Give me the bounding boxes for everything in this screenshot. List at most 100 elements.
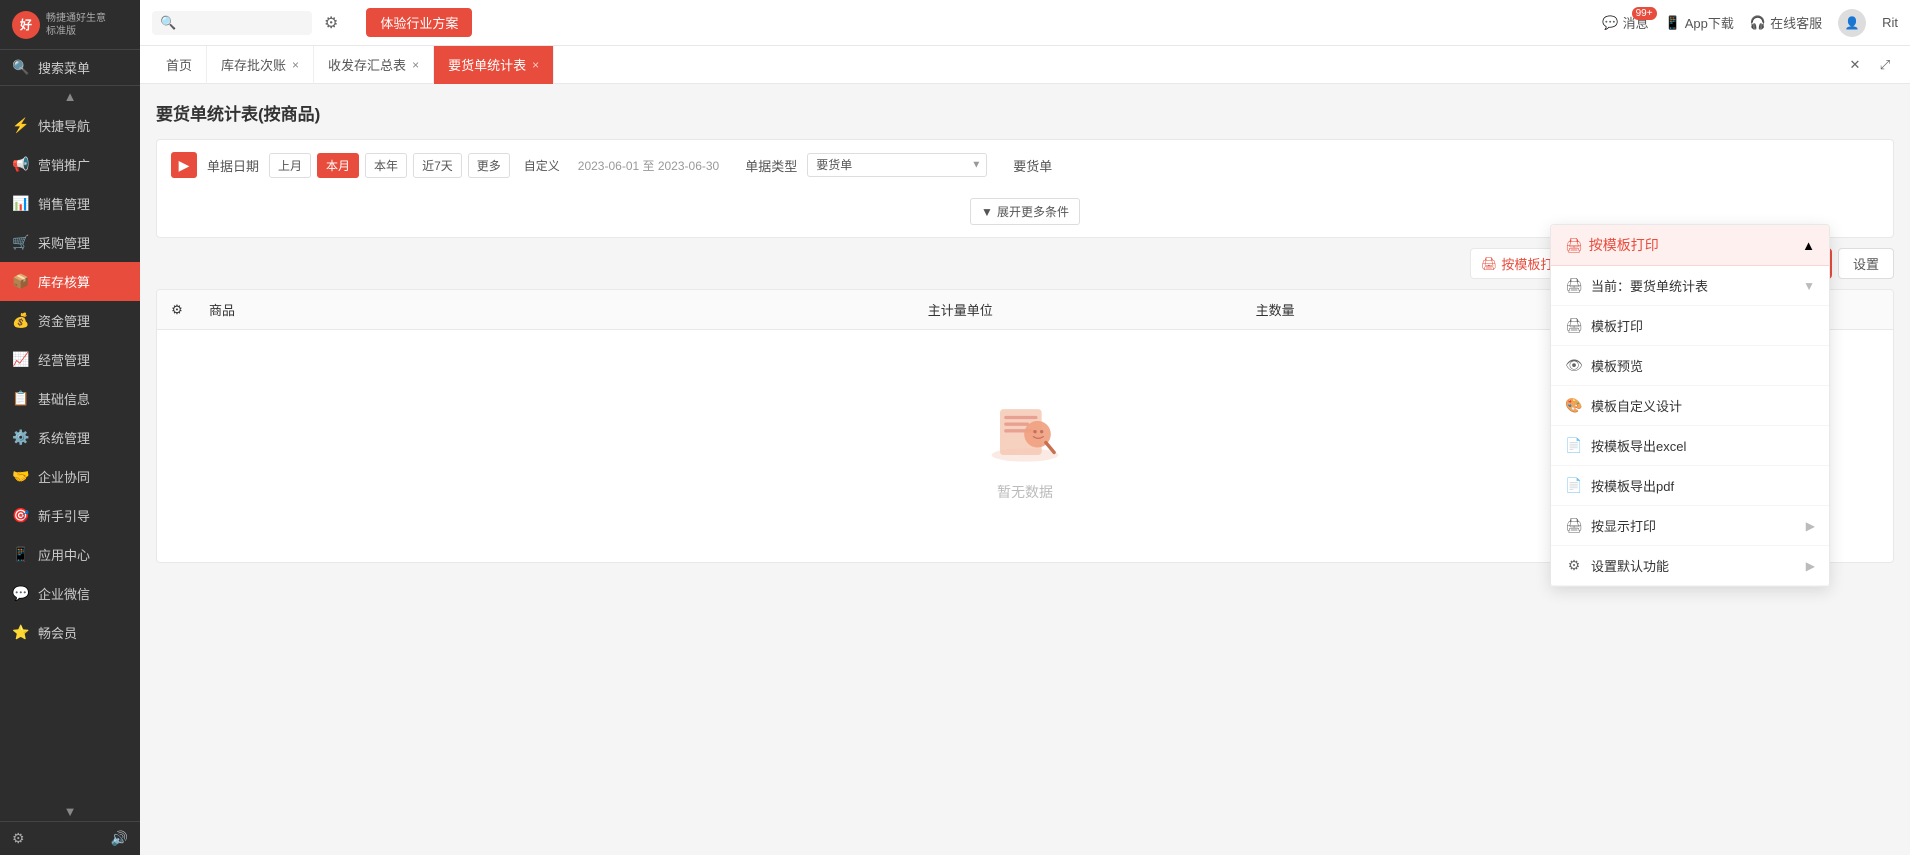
type-label: 单据类型 bbox=[745, 156, 797, 175]
display-print-arrow: ▶ bbox=[1806, 519, 1815, 533]
table-col-unit: 主计量单位 bbox=[803, 300, 1118, 319]
sidebar-item-apps[interactable]: 📱 应用中心 bbox=[0, 535, 140, 574]
tab-collection-summary[interactable]: 收发存汇总表 × bbox=[314, 46, 434, 84]
topbar-gear-icon[interactable]: ⚙ bbox=[320, 9, 342, 37]
sidebar-system-label: 系统管理 bbox=[38, 428, 90, 447]
expand-more-btn[interactable]: ▼ 展开更多条件 bbox=[970, 198, 1080, 225]
table-settings-icon: ⚙ bbox=[171, 302, 183, 317]
date-btn-7days[interactable]: 近7天 bbox=[413, 153, 462, 178]
sidebar-item-purchase[interactable]: 🛒 采购管理 bbox=[0, 223, 140, 262]
tab-home-label: 首页 bbox=[166, 55, 192, 74]
filter-expand-btn[interactable]: ▶ bbox=[171, 152, 197, 178]
tab-expand-btn[interactable]: ⤢ bbox=[1872, 52, 1898, 78]
sidebar-item-inventory[interactable]: 📦 库存核算 bbox=[0, 262, 140, 301]
inventory-icon: 📦 bbox=[12, 273, 30, 291]
template-preview-label: 模板预览 bbox=[1591, 356, 1643, 375]
date-btn-custom[interactable]: 自定义 bbox=[516, 154, 568, 177]
dropdown-close-icon[interactable]: ▲ bbox=[1802, 238, 1815, 253]
sidebar-item-sales[interactable]: 📊 销售管理 bbox=[0, 184, 140, 223]
sidebar-item-collab[interactable]: 🤝 企业协同 bbox=[0, 457, 140, 496]
print-icon: 🖨 bbox=[1481, 256, 1498, 272]
dropdown-item-template-excel[interactable]: 📄 按模板导出excel bbox=[1551, 426, 1829, 466]
dropdown-header-left: 🖨 按模板打印 bbox=[1565, 235, 1659, 255]
date-options-row: 上月 本月 本年 近7天 更多 自定义 2023-06-01 至 2023-06… bbox=[269, 153, 719, 178]
settings-btn[interactable]: 设置 bbox=[1838, 248, 1894, 279]
sound-icon[interactable]: 🔊 bbox=[111, 830, 128, 847]
marketing-icon: 📢 bbox=[12, 156, 30, 174]
dropdown-item-template-preview[interactable]: 👁 模板预览 bbox=[1551, 346, 1829, 386]
sidebar-scroll-up[interactable]: ▲ bbox=[0, 86, 140, 106]
sidebar-operation-label: 经营管理 bbox=[38, 350, 90, 369]
dropdown-set-default[interactable]: ⚙ 设置默认功能 ▶ bbox=[1551, 546, 1829, 586]
date-btn-more[interactable]: 更多 bbox=[468, 153, 510, 178]
settings-bottom-icon[interactable]: ⚙ bbox=[12, 830, 25, 847]
sidebar-item-guide[interactable]: 🎯 新手引导 bbox=[0, 496, 140, 535]
template-design-label: 模板自定义设计 bbox=[1591, 396, 1682, 415]
topbar-right: 💬 消息 99+ 📱 App下载 🎧 在线客服 👤 Rit bbox=[1602, 9, 1898, 37]
logo-text: 畅捷通好生意 标准版 bbox=[46, 12, 106, 38]
dropdown-current-arrow: ▼ bbox=[1803, 279, 1815, 293]
sidebar-wechat-label: 企业微信 bbox=[38, 584, 90, 603]
type-select[interactable]: 要货单 bbox=[807, 153, 987, 177]
app-download-icon: 📱 bbox=[1665, 15, 1681, 31]
tab-batch-account[interactable]: 库存批次账 × bbox=[207, 46, 314, 84]
sidebar-item-basic[interactable]: 📋 基础信息 bbox=[0, 379, 140, 418]
date-btn-last-month[interactable]: 上月 bbox=[269, 153, 311, 178]
trial-btn[interactable]: 体验行业方案 bbox=[366, 8, 472, 37]
dropdown-display-print[interactable]: 🖨 按显示打印 ▶ bbox=[1551, 506, 1829, 546]
template-print-icon: 🖨 bbox=[1565, 317, 1583, 334]
topbar-search-input[interactable] bbox=[180, 16, 304, 30]
empty-icon bbox=[975, 390, 1075, 470]
tab-home[interactable]: 首页 bbox=[152, 46, 207, 84]
wechat-icon: 💬 bbox=[12, 585, 30, 603]
template-excel-label: 按模板导出excel bbox=[1591, 436, 1686, 455]
sales-icon: 📊 bbox=[12, 195, 30, 213]
topbar: 🔍 ⚙ 体验行业方案 💬 消息 99+ 📱 App下载 🎧 在线客服 👤 Rit bbox=[140, 0, 1910, 46]
messages-btn[interactable]: 💬 消息 99+ bbox=[1602, 13, 1648, 32]
tab-order-stats-close[interactable]: × bbox=[532, 58, 539, 72]
online-service-label: 在线客服 bbox=[1770, 13, 1822, 32]
dropdown-item-template-print[interactable]: 🖨 模板打印 bbox=[1551, 306, 1829, 346]
sidebar-item-marketing[interactable]: 📢 营销推广 bbox=[0, 145, 140, 184]
date-btn-this-month[interactable]: 本月 bbox=[317, 153, 359, 178]
tab-batch-account-close[interactable]: × bbox=[292, 58, 299, 72]
date-btn-this-year[interactable]: 本年 bbox=[365, 153, 407, 178]
system-icon: ⚙️ bbox=[12, 429, 30, 447]
quicknav-icon: ⚡ bbox=[12, 117, 30, 135]
tab-batch-account-label: 库存批次账 bbox=[221, 55, 286, 74]
sidebar-item-quicknav[interactable]: ⚡ 快捷导航 bbox=[0, 106, 140, 145]
sidebar-item-finance[interactable]: 💰 资金管理 bbox=[0, 301, 140, 340]
page-content: 要货单统计表(按商品) ▶ 单据日期 上月 本月 本年 近7天 更多 自定义 2… bbox=[140, 84, 1910, 855]
sidebar-guide-label: 新手引导 bbox=[38, 506, 90, 525]
tabbar: 首页 库存批次账 × 收发存汇总表 × 要货单统计表 × ✕ ⤢ bbox=[140, 46, 1910, 84]
sidebar-quicknav-label: 快捷导航 bbox=[38, 116, 90, 135]
dropdown-item-template-design[interactable]: 🎨 模板自定义设计 bbox=[1551, 386, 1829, 426]
app-download-btn[interactable]: 📱 App下载 bbox=[1665, 13, 1734, 32]
dropdown-current-item[interactable]: 🖨 当前：要货单统计表 ▼ bbox=[1551, 266, 1829, 306]
date-label: 单据日期 bbox=[207, 156, 259, 175]
table-col-settings[interactable]: ⚙ bbox=[157, 302, 197, 318]
user-avatar[interactable]: 👤 bbox=[1838, 9, 1866, 37]
tab-collection-summary-close[interactable]: × bbox=[412, 58, 419, 72]
sidebar-item-system[interactable]: ⚙️ 系统管理 bbox=[0, 418, 140, 457]
dropdown-current-left: 🖨 当前：要货单统计表 bbox=[1565, 276, 1708, 295]
dropdown-header[interactable]: 🖨 按模板打印 ▲ bbox=[1551, 225, 1829, 266]
sidebar-item-search[interactable]: 🔍 搜索菜单 bbox=[0, 50, 140, 86]
tab-close-all-btn[interactable]: ✕ bbox=[1842, 52, 1868, 78]
sidebar-scroll-down[interactable]: ▼ bbox=[0, 801, 140, 821]
table-col-product: 商品 bbox=[197, 300, 803, 319]
sidebar-item-member[interactable]: ⭐ 畅会员 bbox=[0, 613, 140, 652]
display-print-label: 按显示打印 bbox=[1591, 516, 1656, 535]
template-design-icon: 🎨 bbox=[1565, 397, 1583, 414]
tab-order-stats[interactable]: 要货单统计表 × bbox=[434, 46, 554, 84]
sidebar: 好 畅捷通好生意 标准版 🔍 搜索菜单 ▲ ⚡ 快捷导航 📢 营销推广 📊 销售… bbox=[0, 0, 140, 855]
messages-badge: 99+ bbox=[1632, 7, 1657, 20]
dropdown-item-template-pdf[interactable]: 📄 按模板导出pdf bbox=[1551, 466, 1829, 506]
guide-icon: 🎯 bbox=[12, 507, 30, 525]
sidebar-item-operation[interactable]: 📈 经营管理 bbox=[0, 340, 140, 379]
online-service-btn[interactable]: 🎧 在线客服 bbox=[1750, 13, 1822, 32]
sidebar-apps-label: 应用中心 bbox=[38, 545, 90, 564]
display-print-icon: 🖨 bbox=[1565, 517, 1583, 534]
sidebar-item-wechat[interactable]: 💬 企业微信 bbox=[0, 574, 140, 613]
topbar-search-wrap: 🔍 bbox=[152, 11, 312, 35]
